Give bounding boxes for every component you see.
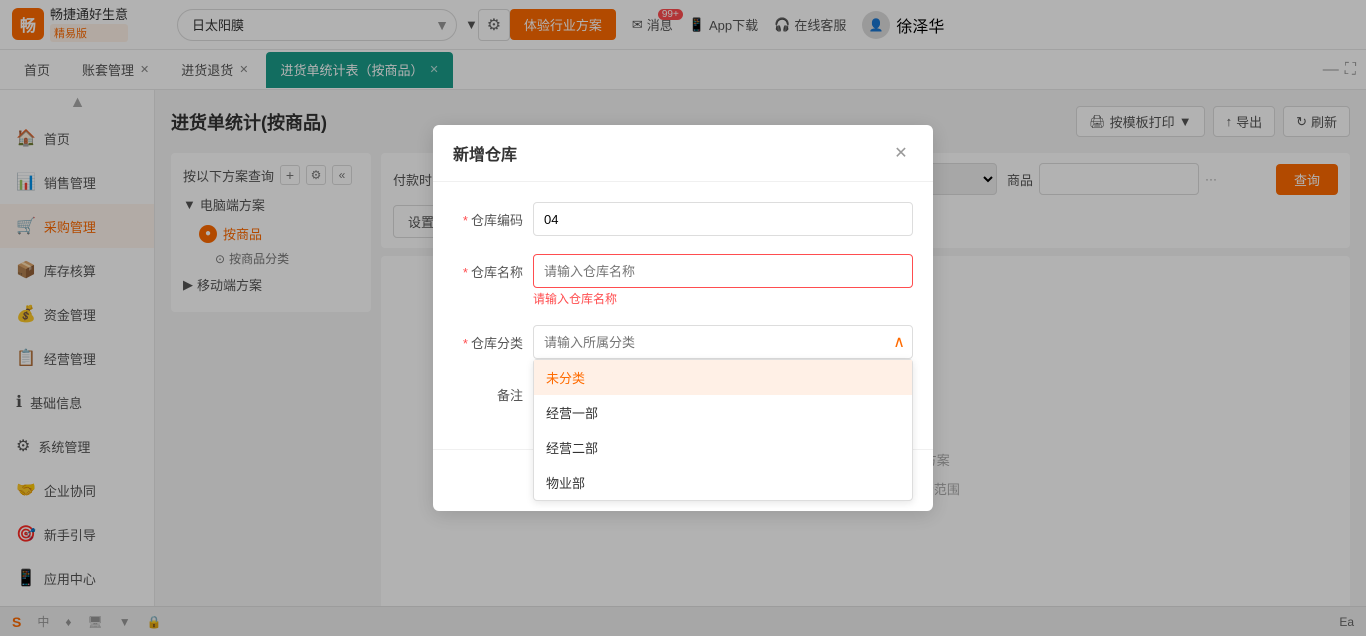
category-input[interactable] <box>533 325 913 359</box>
category-dropdown-menu: 未分类 经营一部 经营二部 物业部 <box>533 359 913 501</box>
code-input[interactable] <box>533 202 913 236</box>
name-error-tip: 请输入仓库名称 <box>533 290 617 307</box>
form-row-name: 仓库名称 请输入仓库名称 <box>453 254 913 307</box>
modal-body: 仓库编码 仓库名称 请输入仓库名称 仓库分类 ∧ <box>433 182 933 449</box>
dropdown-arrow-icon[interactable]: ∧ <box>893 332 905 352</box>
modal-header: 新增仓库 ✕ <box>433 125 933 182</box>
form-row-category: 仓库分类 ∧ 未分类 经营一部 经营二部 物业部 <box>453 325 913 359</box>
dropdown-option-unclassified[interactable]: 未分类 <box>534 360 912 395</box>
modal-overlay: 新增仓库 ✕ 仓库编码 仓库名称 请输入仓库名称 仓库分类 <box>0 0 1366 636</box>
notes-label: 备注 <box>453 385 533 404</box>
category-label: 仓库分类 <box>453 333 533 352</box>
modal-title: 新增仓库 <box>453 141 517 165</box>
code-label: 仓库编码 <box>453 210 533 229</box>
dropdown-option-dept3[interactable]: 物业部 <box>534 465 912 500</box>
name-input[interactable] <box>533 254 913 288</box>
form-row-code: 仓库编码 <box>453 202 913 236</box>
dropdown-option-dept1[interactable]: 经营一部 <box>534 395 912 430</box>
new-warehouse-modal: 新增仓库 ✕ 仓库编码 仓库名称 请输入仓库名称 仓库分类 <box>433 125 933 511</box>
name-label: 仓库名称 <box>453 262 533 281</box>
dropdown-option-dept2[interactable]: 经营二部 <box>534 430 912 465</box>
modal-close-button[interactable]: ✕ <box>889 141 913 165</box>
